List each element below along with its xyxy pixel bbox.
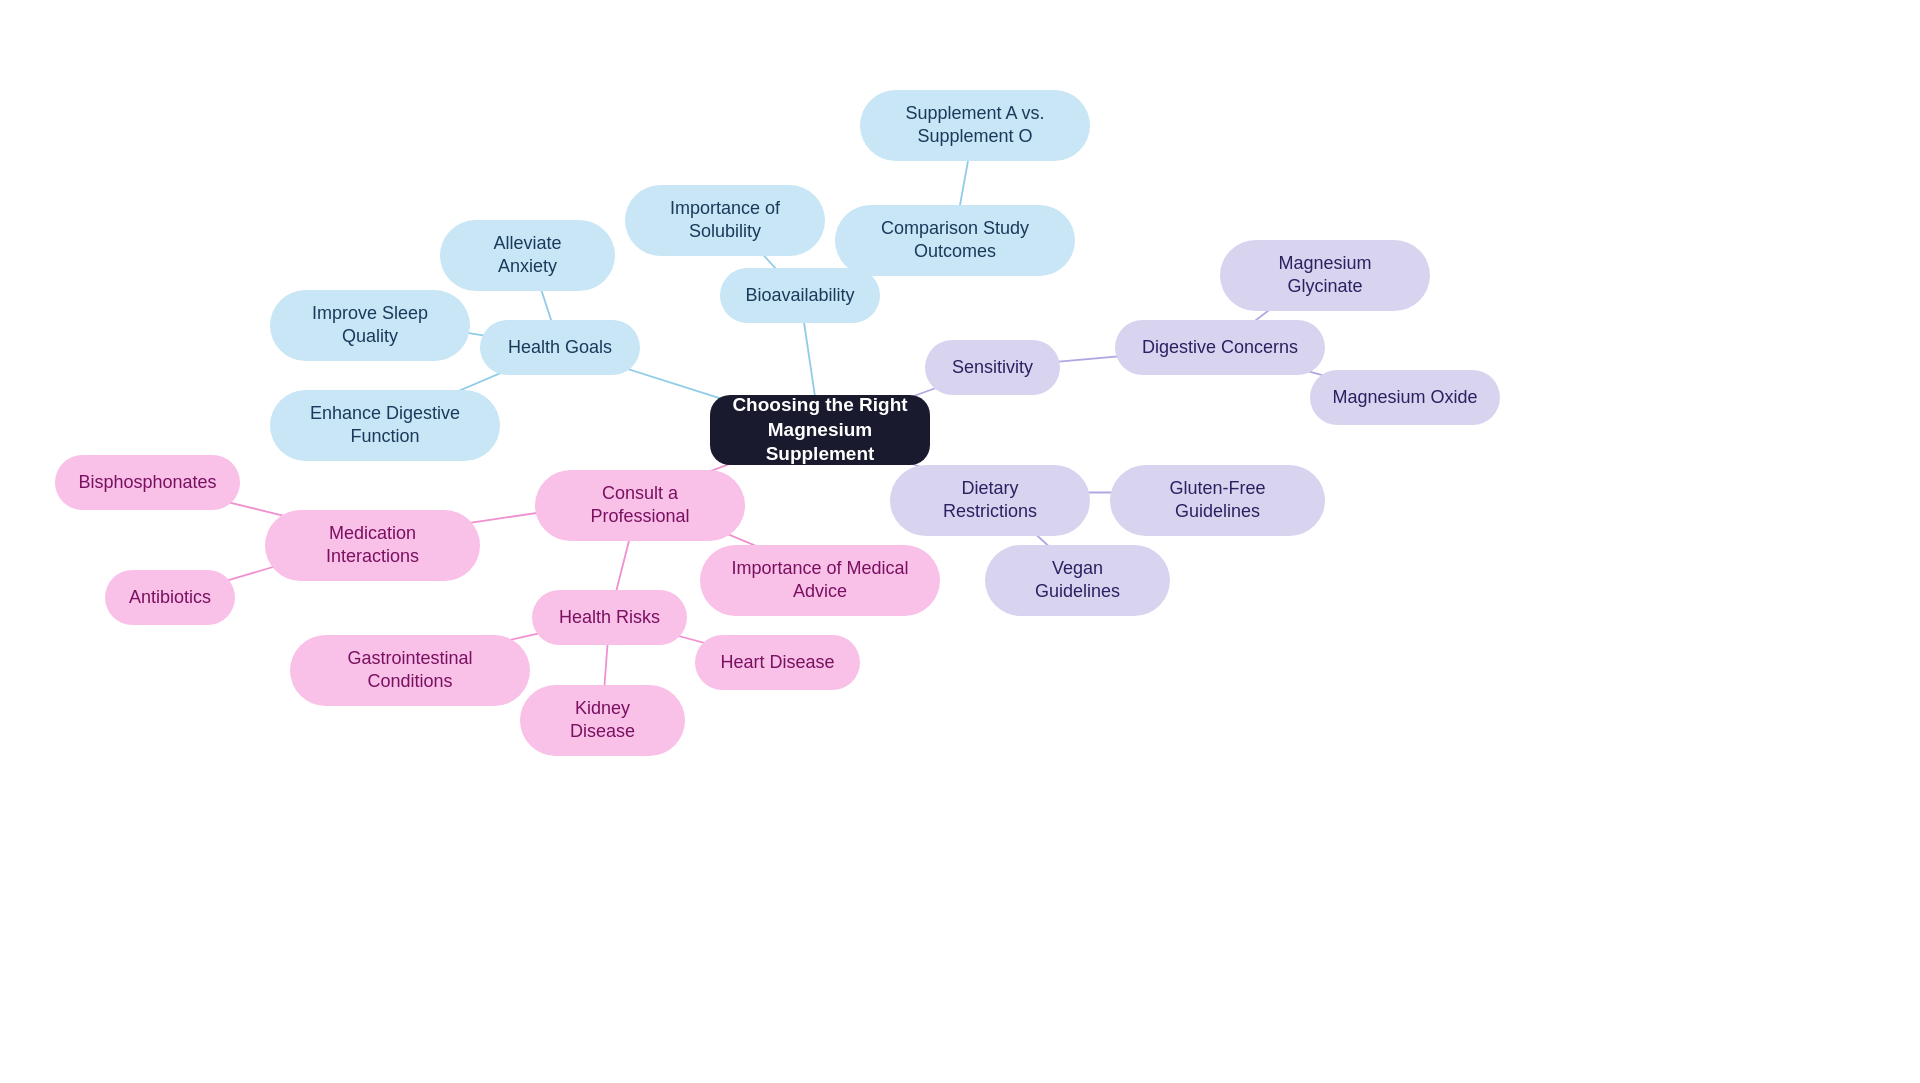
node-comparison-study[interactable]: Comparison Study Outcomes — [835, 205, 1075, 276]
node-medication-interactions[interactable]: Medication Interactions — [265, 510, 480, 581]
center-node: Choosing the Right Magnesium Supplement — [710, 395, 930, 465]
node-antibiotics[interactable]: Antibiotics — [105, 570, 235, 625]
node-digestive-concerns[interactable]: Digestive Concerns — [1115, 320, 1325, 375]
node-consult-professional[interactable]: Consult a Professional — [535, 470, 745, 541]
node-health-goals[interactable]: Health Goals — [480, 320, 640, 375]
node-health-risks[interactable]: Health Risks — [532, 590, 687, 645]
node-importance-solubility[interactable]: Importance of Solubility — [625, 185, 825, 256]
mind-map-container: Choosing the Right Magnesium Supplement H… — [0, 0, 1920, 1083]
node-improve-sleep[interactable]: Improve Sleep Quality — [270, 290, 470, 361]
node-dietary-restrictions[interactable]: Dietary Restrictions — [890, 465, 1090, 536]
node-magnesium-oxide[interactable]: Magnesium Oxide — [1310, 370, 1500, 425]
node-importance-medical[interactable]: Importance of Medical Advice — [700, 545, 940, 616]
node-kidney-disease[interactable]: Kidney Disease — [520, 685, 685, 756]
node-enhance-digestive[interactable]: Enhance Digestive Function — [270, 390, 500, 461]
node-gluten-free[interactable]: Gluten-Free Guidelines — [1110, 465, 1325, 536]
node-sensitivity[interactable]: Sensitivity — [925, 340, 1060, 395]
node-heart-disease[interactable]: Heart Disease — [695, 635, 860, 690]
node-alleviate-anxiety[interactable]: Alleviate Anxiety — [440, 220, 615, 291]
node-bisphosphonates[interactable]: Bisphosphonates — [55, 455, 240, 510]
node-magnesium-glycinate[interactable]: Magnesium Glycinate — [1220, 240, 1430, 311]
node-vegan-guidelines[interactable]: Vegan Guidelines — [985, 545, 1170, 616]
node-bioavailability[interactable]: Bioavailability — [720, 268, 880, 323]
node-gastrointestinal[interactable]: Gastrointestinal Conditions — [290, 635, 530, 706]
node-supplement-ab[interactable]: Supplement A vs. Supplement O — [860, 90, 1090, 161]
